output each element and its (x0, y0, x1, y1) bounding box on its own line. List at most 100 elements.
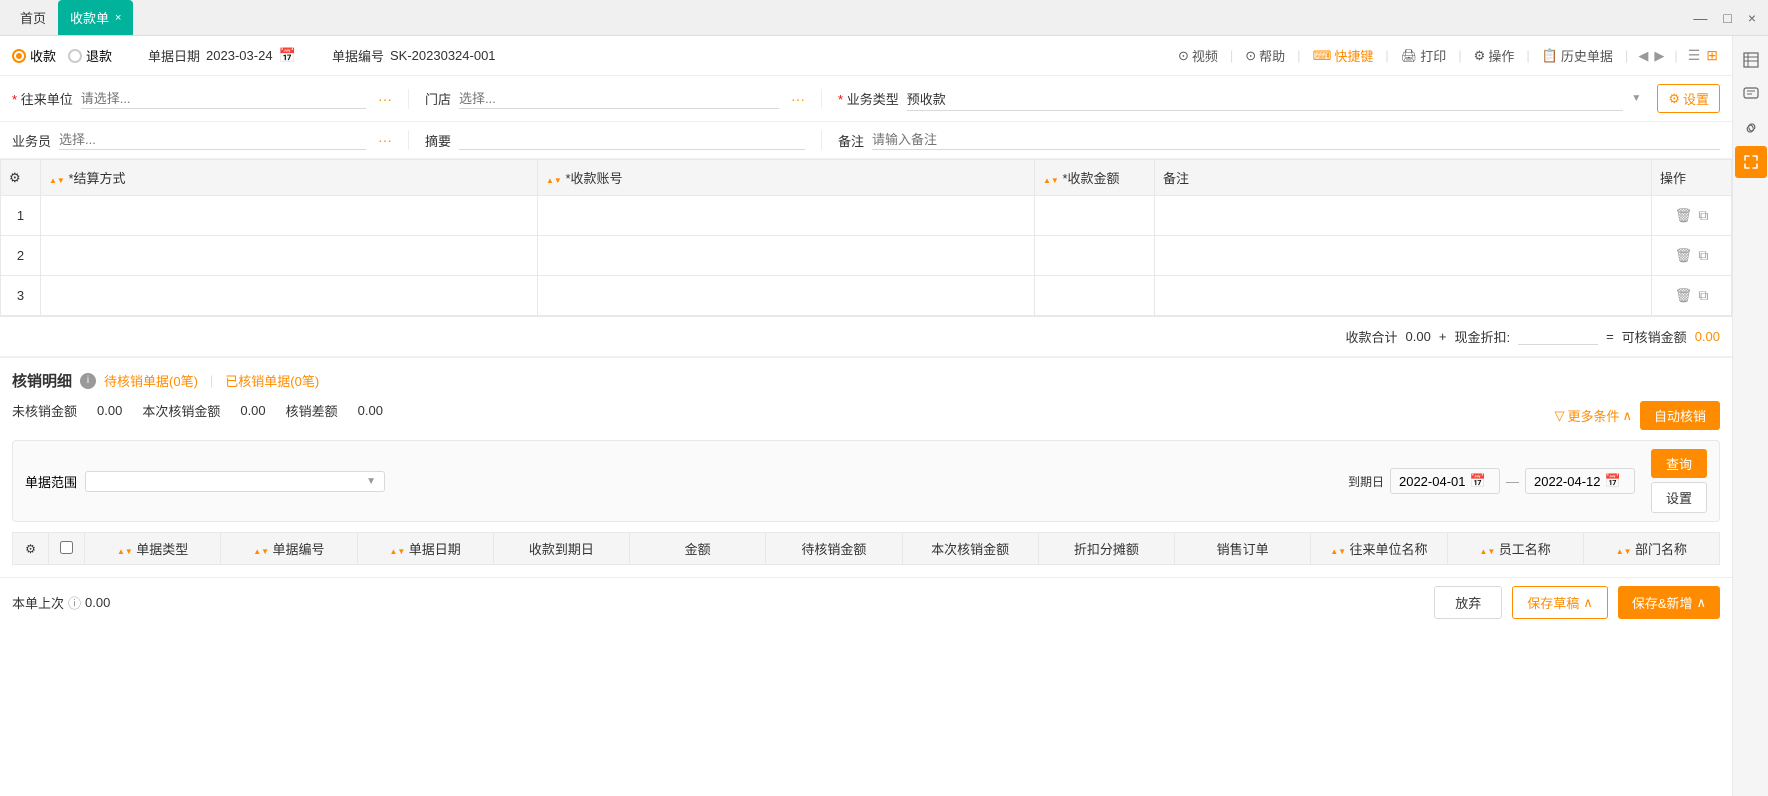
save-new-label: 保存&新增 (1632, 593, 1693, 612)
verify-stats: 未核销金额 0.00 本次核销金额 0.00 核销差额 0.00 (12, 401, 383, 420)
bottom-checkbox-header[interactable] (49, 533, 85, 565)
shortcut-btn[interactable]: ⌨ 快捷键 (1309, 44, 1378, 67)
amount-col-header: 金额 (630, 533, 766, 565)
row-index-3: 3 (1, 276, 41, 316)
abandon-button[interactable]: 放弃 (1434, 586, 1502, 619)
chevron-up-icon: ∧ (1622, 408, 1632, 424)
doc-number-value[interactable]: SK-20230324-001 (390, 48, 496, 63)
pending-tab[interactable]: 待核销单据(0笔) (104, 371, 198, 390)
table-icon (1743, 52, 1759, 68)
row-settlement-3[interactable] (41, 276, 538, 316)
table-row: 3 🗑 ⧉ (1, 276, 1732, 316)
discount-header: 折扣分摊额 (1038, 533, 1174, 565)
history-btn[interactable]: 📋 历史单据 (1538, 44, 1617, 67)
salesperson-more-icon[interactable]: ··· (378, 132, 392, 148)
summary-input[interactable] (459, 132, 805, 147)
copy-row-1-icon[interactable]: ⧉ (1698, 207, 1708, 224)
table-row: 2 🗑 ⧉ (1, 236, 1732, 276)
sales-order-header: 销售订单 (1175, 533, 1311, 565)
row-amount-2[interactable] (1035, 236, 1155, 276)
verify-info-icon[interactable]: i (80, 373, 96, 389)
delete-row-1-icon[interactable]: 🗑 (1675, 207, 1693, 224)
verified-tab[interactable]: 已核销单据(0笔) (225, 371, 319, 390)
salesperson-label: 业务员 (12, 131, 51, 150)
radio-refund[interactable]: 退款 (68, 46, 112, 65)
row-account-3[interactable] (538, 276, 1035, 316)
verify-right-actions: ▽ 更多条件 ∧ 自动核销 (1554, 401, 1720, 430)
tab-home[interactable]: 首页 (8, 0, 58, 35)
delete-row-3-icon[interactable]: 🗑 (1675, 287, 1693, 304)
maximize-btn[interactable]: □ (1719, 8, 1735, 28)
verify-title-row: 核销明细 i 待核销单据(0笔) | 已核销单据(0笔) (12, 370, 1720, 391)
delete-row-2-icon[interactable]: 🗑 (1675, 247, 1693, 264)
date-range-select[interactable]: ▼ (85, 471, 385, 492)
sidebar-table-btn[interactable] (1735, 44, 1767, 76)
date-filter-actions: 查询 设置 (1651, 449, 1707, 513)
counterpart-input[interactable] (81, 91, 366, 106)
help-btn[interactable]: ⊙ 帮助 (1241, 44, 1289, 67)
calendar-icon[interactable]: 📅 (279, 47, 296, 64)
row-amount-3[interactable] (1035, 276, 1155, 316)
sep3: | (1385, 48, 1388, 63)
setting-button-sm[interactable]: 设置 (1651, 482, 1707, 513)
store-more-icon[interactable]: ··· (791, 91, 805, 107)
operation-icon: ⚙ (1474, 48, 1486, 64)
business-type-group: * 业务类型 预收款 ▼ ⚙ 设置 (838, 84, 1720, 113)
close-btn[interactable]: × (1744, 8, 1760, 28)
discount-input[interactable] (1518, 329, 1598, 345)
print-btn[interactable]: 🖨 打印 (1397, 44, 1451, 67)
row-settlement-2[interactable] (41, 236, 538, 276)
counterpart-more-icon[interactable]: ··· (378, 91, 392, 107)
row-account-2[interactable] (538, 236, 1035, 276)
query-button[interactable]: 查询 (1651, 449, 1707, 478)
select-all-checkbox[interactable] (60, 541, 73, 554)
prev-btn[interactable]: ◀ (1636, 48, 1650, 64)
bottom-gear-header[interactable]: ⚙ (13, 533, 49, 565)
row-note-2[interactable] (1155, 236, 1652, 276)
next-btn[interactable]: ▶ (1652, 48, 1666, 64)
settings-button[interactable]: ⚙ 设置 (1657, 84, 1720, 113)
radio-receipt[interactable]: 收款 (12, 46, 56, 65)
more-conditions-btn[interactable]: ▽ 更多条件 ∧ (1554, 406, 1632, 425)
store-group: 门店 ··· (425, 89, 805, 109)
store-input[interactable] (459, 91, 779, 106)
salesperson-input[interactable] (59, 132, 366, 147)
operation-btn[interactable]: ⚙ 操作 (1470, 44, 1519, 67)
amount-header: ▲▼ *收款金额 (1035, 160, 1155, 196)
date-to-input[interactable]: 2022-04-12 📅 (1525, 468, 1635, 494)
date-from-input[interactable]: 2022-04-01 📅 (1390, 468, 1500, 494)
tab-receipt[interactable]: 收款单 × (58, 0, 133, 35)
note-input[interactable] (872, 132, 1720, 147)
row-note-1[interactable] (1155, 196, 1652, 236)
sidebar-link-btn[interactable] (1735, 112, 1767, 144)
date-range-group: 单据范围 ▼ (25, 471, 1332, 492)
save-draft-button[interactable]: 保存草稿 ∧ (1512, 586, 1608, 619)
calendar-to-icon[interactable]: 📅 (1604, 473, 1620, 489)
doc-date-value[interactable]: 2023-03-24 (206, 48, 273, 63)
current-verify-label: 本次核销金额 (142, 401, 220, 420)
save-new-button[interactable]: 保存&新增 ∧ (1618, 586, 1720, 619)
copy-row-2-icon[interactable]: ⧉ (1698, 247, 1708, 264)
table-gear-header[interactable]: ⚙ (1, 160, 41, 196)
copy-row-3-icon[interactable]: ⧉ (1698, 287, 1708, 304)
calendar-from-icon[interactable]: 📅 (1469, 473, 1485, 489)
minimize-btn[interactable]: — (1689, 8, 1711, 28)
close-tab-icon[interactable]: × (115, 12, 121, 24)
row-account-1[interactable] (538, 196, 1035, 236)
divider4 (821, 130, 822, 150)
sidebar-chat-btn[interactable] (1735, 78, 1767, 110)
draft-label: 保存草稿 (1527, 593, 1579, 612)
row-note-3[interactable] (1155, 276, 1652, 316)
home-tab-label: 首页 (20, 8, 46, 27)
business-type-arrow-icon[interactable]: ▼ (1631, 93, 1641, 104)
video-btn[interactable]: ⊙ 视频 (1174, 44, 1222, 67)
auto-verify-button[interactable]: 自动核销 (1640, 401, 1720, 430)
history-icon: 📋 (1542, 48, 1558, 64)
grid-view-btn[interactable]: ⊞ (1704, 47, 1720, 64)
sidebar-expand-btn[interactable] (1735, 146, 1767, 178)
divider3 (408, 130, 409, 150)
row-settlement-1[interactable] (41, 196, 538, 236)
row-amount-1[interactable] (1035, 196, 1155, 236)
list-view-btn[interactable]: ☰ (1686, 47, 1703, 64)
counterpart-wrapper (81, 89, 366, 109)
